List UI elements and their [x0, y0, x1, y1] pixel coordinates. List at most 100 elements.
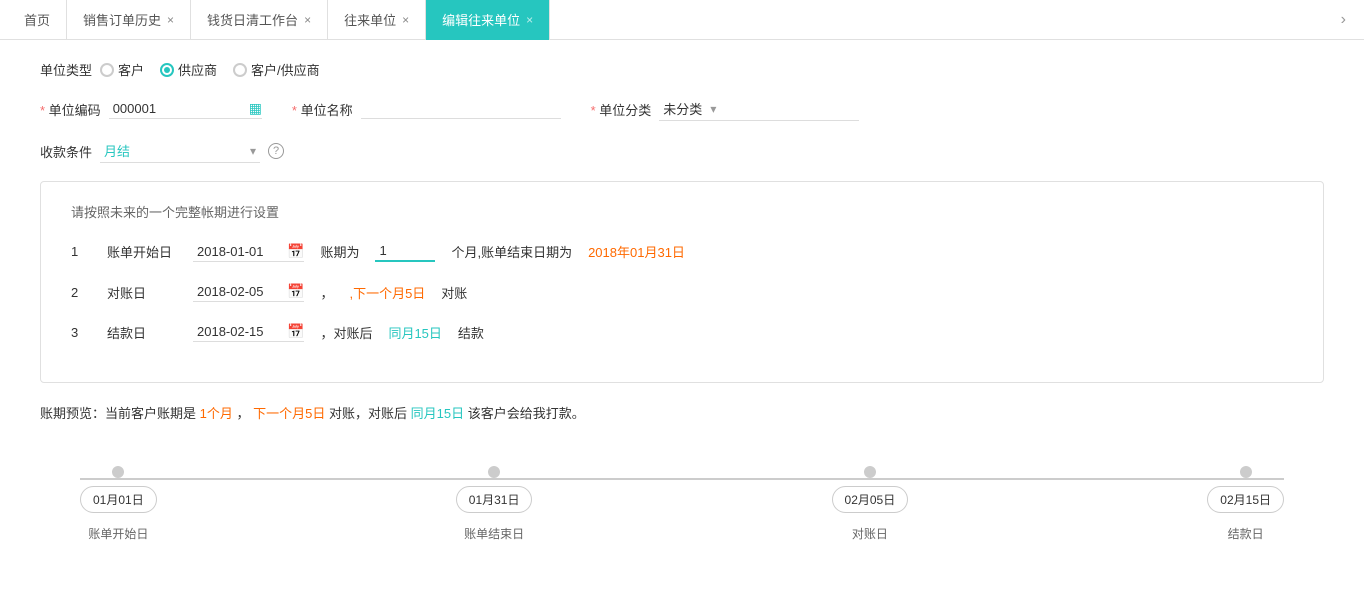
unit-name-field: 单位名称 河南供应商22: [292, 99, 561, 119]
period-label-1: 账单开始日: [107, 242, 177, 261]
unit-code-label: 单位编码: [40, 100, 101, 119]
period-suffix-before-1: 账期为: [320, 242, 359, 261]
preview-text: 账期预览：当前客户账期是 1个月 ， 下一个月5日 对账，对账后 同月15日 该…: [40, 403, 1324, 422]
period-row3-highlight: 同月15日: [388, 323, 441, 342]
tab-sales-history-label: 销售订单历史: [83, 10, 161, 29]
preview-part1: 1个月: [200, 406, 233, 421]
timeline-node-2: 02月05日 对账日: [832, 466, 909, 542]
tab-cash-workbench[interactable]: 钱货日清工作台 ×: [191, 0, 328, 40]
timeline-node-circle-0: [112, 466, 124, 478]
preview-part3: 下一个月5日: [253, 406, 325, 421]
unit-code-input[interactable]: [109, 99, 249, 118]
preview-part2: ，: [237, 406, 250, 421]
payment-terms-value: 月结: [104, 141, 242, 160]
timeline-node-label-2: 对账日: [852, 525, 888, 542]
unit-code-icon[interactable]: ▦: [249, 100, 262, 117]
period-suffix-after-1: 个月,账单结束日期为: [451, 242, 572, 261]
period-label-3: 结款日: [107, 323, 177, 342]
tab-sales-history-close[interactable]: ×: [167, 13, 174, 27]
tab-partner-units[interactable]: 往来单位 ×: [328, 0, 426, 40]
period-date-input-2[interactable]: [193, 282, 283, 301]
main-content: 单位类型 客户 供应商 客户/供应商 单位编码: [0, 40, 1364, 608]
payment-terms-field: 收款条件 月结 ▾ ?: [40, 139, 284, 163]
period-date-1: 📅: [193, 242, 304, 262]
tab-home-label: 首页: [24, 10, 50, 29]
period-row-1: 1 账单开始日 📅 账期为 个月,账单结束日期为 2018年01月31日: [71, 241, 1293, 262]
tab-home[interactable]: 首页: [8, 0, 67, 40]
payment-terms-select[interactable]: 月结 ▾: [100, 139, 260, 163]
radio-both-circle: [233, 63, 247, 77]
period-row-2: 2 对账日 📅 ， ,下一个月5日 对账: [71, 282, 1293, 302]
unit-code-field: 单位编码 ▦: [40, 99, 262, 119]
timeline-node-1: 01月31日 账单结束日: [456, 466, 533, 542]
timeline-node-date-0: 01月01日: [80, 486, 157, 513]
period-row3-prefix: ，对账后: [320, 323, 372, 342]
radio-customer-circle: [100, 63, 114, 77]
period-date-input-1[interactable]: [193, 242, 283, 261]
payment-terms-dropdown-arrow: ▾: [250, 144, 256, 158]
tab-cash-workbench-close[interactable]: ×: [304, 13, 311, 27]
unit-classify-label: 单位分类: [591, 100, 652, 119]
period-label-2: 对账日: [107, 283, 177, 302]
timeline-node-date-1: 01月31日: [456, 486, 533, 513]
tab-sales-history[interactable]: 销售订单历史 ×: [67, 0, 191, 40]
timeline-container: 01月01日 账单开始日 01月31日 账单结束日 02月05日 对账日 02月…: [40, 446, 1324, 572]
period-date-3: 📅: [193, 322, 304, 342]
radio-supplier-circle: [160, 63, 174, 77]
classify-dropdown-arrow: ▾: [710, 102, 716, 116]
timeline-node-label-3: 结款日: [1228, 525, 1264, 542]
tab-partner-units-label: 往来单位: [344, 10, 396, 29]
period-num-3: 3: [71, 325, 91, 340]
radio-supplier-label: 供应商: [178, 60, 217, 79]
radio-customer-label: 客户: [118, 60, 144, 79]
unit-name-input[interactable]: 河南供应商22: [361, 99, 561, 119]
period-date-input-3[interactable]: [193, 322, 283, 341]
period-end-date-highlight: 2018年01月31日: [588, 242, 685, 261]
unit-classify-select[interactable]: 未分类 ▾: [659, 97, 859, 121]
period-row2-suffix: 对账: [441, 283, 467, 302]
months-input-group: [375, 241, 435, 262]
tab-edit-partner-label: 编辑往来单位: [442, 10, 520, 29]
period-title: 请按照未来的一个完整帐期进行设置: [71, 202, 1293, 221]
unit-code-input-wrapper: ▦: [109, 99, 262, 119]
period-row2-prefix: ，: [320, 283, 333, 302]
preview-part6: 该客户会给我打款。: [468, 406, 585, 421]
period-date-icon-3[interactable]: 📅: [287, 323, 304, 340]
months-input[interactable]: [375, 241, 435, 260]
tabs-bar: 首页 销售订单历史 × 钱货日清工作台 × 往来单位 × 编辑往来单位 × ›: [0, 0, 1364, 40]
payment-terms-help-icon[interactable]: ?: [268, 143, 284, 159]
tab-partner-units-close[interactable]: ×: [402, 13, 409, 27]
unit-info-row: 单位编码 ▦ 单位名称 河南供应商22 单位分类 未分类 ▾: [40, 97, 1324, 121]
timeline-node-0: 01月01日 账单开始日: [80, 466, 157, 542]
unit-type-row: 单位类型 客户 供应商 客户/供应商: [40, 60, 1324, 79]
radio-both[interactable]: 客户/供应商: [233, 60, 320, 79]
radio-customer[interactable]: 客户: [100, 60, 144, 79]
timeline-node-circle-3: [1240, 466, 1252, 478]
period-row2-highlight: ,下一个月5日: [349, 283, 425, 302]
period-num-2: 2: [71, 285, 91, 300]
radio-supplier[interactable]: 供应商: [160, 60, 217, 79]
unit-type-radio-group: 客户 供应商 客户/供应商: [100, 60, 320, 79]
radio-both-label: 客户/供应商: [251, 60, 320, 79]
timeline-node-3: 02月15日 结款日: [1207, 466, 1284, 542]
unit-classify-value: 未分类: [663, 99, 702, 118]
payment-terms-label: 收款条件: [40, 142, 92, 161]
timeline-nodes: 01月01日 账单开始日 01月31日 账单结束日 02月05日 对账日 02月…: [80, 466, 1284, 542]
period-num-1: 1: [71, 244, 91, 259]
tab-cash-workbench-label: 钱货日清工作台: [207, 10, 298, 29]
unit-type-label: 单位类型: [40, 60, 92, 79]
unit-classify-field: 单位分类 未分类 ▾: [591, 97, 860, 121]
timeline-node-circle-2: [864, 466, 876, 478]
period-date-2: 📅: [193, 282, 304, 302]
period-date-icon-1[interactable]: 📅: [287, 243, 304, 260]
timeline-node-date-2: 02月05日: [832, 486, 909, 513]
preview-part5: 同月15日: [411, 406, 464, 421]
tab-edit-partner-close[interactable]: ×: [526, 13, 533, 27]
tab-more-button[interactable]: ›: [1331, 11, 1356, 29]
tab-edit-partner[interactable]: 编辑往来单位 ×: [426, 0, 550, 40]
timeline-node-date-3: 02月15日: [1207, 486, 1284, 513]
unit-type-field: 单位类型 客户 供应商 客户/供应商: [40, 60, 320, 79]
timeline-node-circle-1: [488, 466, 500, 478]
period-date-icon-2[interactable]: 📅: [287, 283, 304, 300]
preview-prefix: 账期预览：当前客户账期是: [40, 406, 196, 421]
